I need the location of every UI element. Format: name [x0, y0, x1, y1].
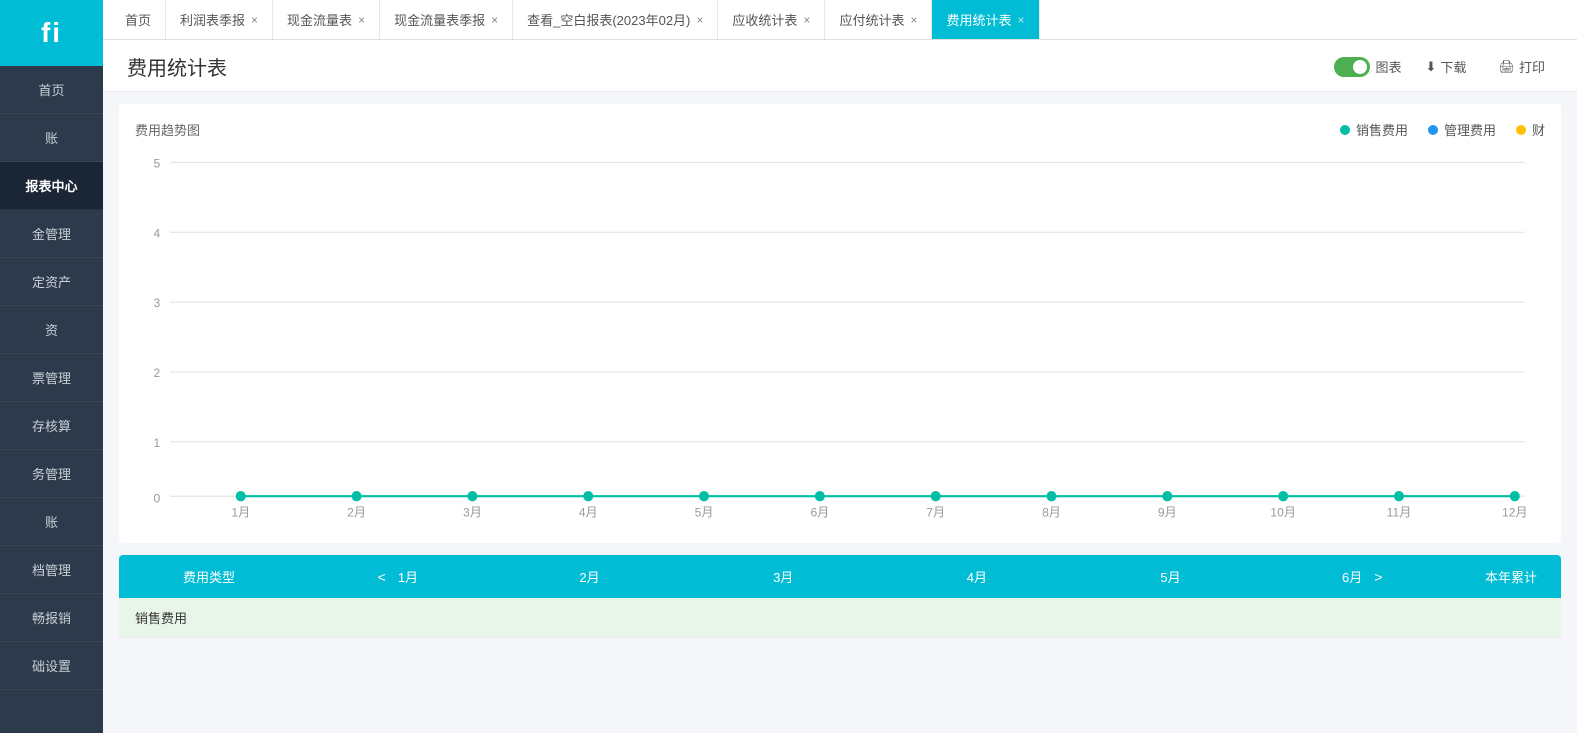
- download-label: 下载: [1440, 57, 1466, 76]
- table-header-month3: 3月: [686, 555, 880, 598]
- download-button[interactable]: ⬇ 下载: [1418, 53, 1475, 80]
- tab-receivable[interactable]: 应收统计表 ×: [718, 0, 825, 40]
- table-header-month4: 4月: [880, 555, 1074, 598]
- print-label: 打印: [1519, 57, 1545, 76]
- table-header-month1: < 1月: [299, 555, 493, 598]
- print-icon: 🖨: [1498, 59, 1515, 75]
- legend-label-finance: 财: [1532, 120, 1545, 139]
- sidebar-item-home[interactable]: 首页: [0, 66, 103, 114]
- legend-dot-admin: [1428, 125, 1438, 135]
- chart-toggle-wrap: 图表: [1334, 57, 1402, 77]
- tab-close-profit-quarter[interactable]: ×: [251, 13, 258, 27]
- print-button[interactable]: 🖨 打印: [1490, 53, 1553, 80]
- table-cell-sales-m1: [299, 598, 493, 637]
- tab-close-receivable[interactable]: ×: [803, 13, 810, 27]
- svg-text:5: 5: [153, 156, 160, 170]
- tab-bar: 首页 利润表季报 × 现金流量表 × 现金流量表季报 × 查看_空白报表(202…: [103, 0, 1577, 40]
- legend-item-sales: 销售费用: [1340, 120, 1408, 139]
- svg-text:4月: 4月: [579, 506, 598, 520]
- svg-text:5月: 5月: [695, 506, 714, 520]
- table-cell-sales-total: [1461, 598, 1561, 637]
- tab-close-cashflow-quarter[interactable]: ×: [491, 13, 498, 27]
- sidebar-item-assets[interactable]: 定资产: [0, 258, 103, 306]
- tab-close-blank-report[interactable]: ×: [696, 13, 703, 27]
- sidebar-item-cash[interactable]: 金管理: [0, 210, 103, 258]
- table-header: 费用类型 < 1月 2月 3月 4月 5月 6月 > 本年累计: [119, 555, 1561, 598]
- table-cell-sales-m4: [880, 598, 1074, 637]
- table-prev-arrow[interactable]: <: [374, 569, 390, 585]
- table-next-arrow[interactable]: >: [1370, 569, 1386, 585]
- tab-profit-quarter[interactable]: 利润表季报 ×: [166, 0, 273, 40]
- sidebar-item-inventory[interactable]: 存核算: [0, 402, 103, 450]
- svg-text:2月: 2月: [347, 506, 366, 520]
- chart-legend: 销售费用 管理费用 财: [1340, 120, 1545, 139]
- chart-svg: 5 4 3 2 1 0: [135, 147, 1545, 527]
- table-cell-sales-m5: [1074, 598, 1268, 637]
- tab-close-payable[interactable]: ×: [910, 13, 917, 27]
- legend-dot-sales: [1340, 125, 1350, 135]
- sidebar-item-ledger[interactable]: 账: [0, 114, 103, 162]
- svg-text:1月: 1月: [231, 506, 250, 520]
- table-header-month5: 5月: [1074, 555, 1268, 598]
- svg-text:6月: 6月: [810, 506, 829, 520]
- expense-table: 费用类型 < 1月 2月 3月 4月 5月 6月 > 本年累计: [119, 555, 1561, 638]
- sidebar-item-archive[interactable]: 档管理: [0, 546, 103, 594]
- page-title: 费用统计表: [127, 52, 227, 81]
- table-cell-type-sales: 销售费用: [119, 598, 299, 637]
- chart-title: 费用趋势图: [135, 120, 200, 139]
- chart-area: 5 4 3 2 1 0: [135, 147, 1545, 527]
- chart-container: 费用趋势图 销售费用 管理费用 财: [119, 104, 1561, 543]
- tab-close-expense[interactable]: ×: [1017, 13, 1024, 27]
- sidebar-item-settings[interactable]: 础设置: [0, 642, 103, 690]
- tab-cashflow-quarter[interactable]: 现金流量表季报 ×: [380, 0, 513, 40]
- table-cell-sales-m3: [686, 598, 880, 637]
- svg-text:11月: 11月: [1387, 506, 1412, 520]
- legend-label-admin: 管理费用: [1444, 120, 1496, 139]
- sidebar-item-capital[interactable]: 资: [0, 306, 103, 354]
- table-header-month2: 2月: [493, 555, 687, 598]
- legend-item-finance: 财: [1516, 120, 1545, 139]
- svg-text:10月: 10月: [1270, 506, 1295, 520]
- page-header: 费用统计表 图表 ⬇ 下载 🖨 打印: [103, 40, 1577, 92]
- svg-text:7月: 7月: [926, 506, 945, 520]
- svg-text:9月: 9月: [1158, 506, 1177, 520]
- svg-text:0: 0: [153, 491, 160, 505]
- sidebar-item-accounts[interactable]: 账: [0, 498, 103, 546]
- table-cell-sales-m6: [1267, 598, 1461, 637]
- table-header-month6: 6月 >: [1267, 555, 1461, 598]
- sidebar-logo: fi: [0, 0, 103, 66]
- sidebar-item-reports[interactable]: 报表中心: [0, 162, 103, 210]
- legend-item-admin: 管理费用: [1428, 120, 1496, 139]
- toggle-label: 图表: [1376, 57, 1402, 76]
- tab-expense[interactable]: 费用统计表 ×: [932, 0, 1039, 40]
- tab-home[interactable]: 首页: [111, 0, 166, 40]
- svg-text:1: 1: [153, 436, 160, 450]
- chart-header: 费用趋势图 销售费用 管理费用 财: [135, 120, 1545, 139]
- tab-payable[interactable]: 应付统计表 ×: [825, 0, 932, 40]
- svg-text:8月: 8月: [1042, 506, 1061, 520]
- svg-text:3: 3: [153, 296, 160, 310]
- sidebar-item-business[interactable]: 务管理: [0, 450, 103, 498]
- sidebar-item-tickets[interactable]: 票管理: [0, 354, 103, 402]
- tab-blank-report[interactable]: 查看_空白报表(2023年02月) ×: [513, 0, 718, 40]
- main-content: 首页 利润表季报 × 现金流量表 × 现金流量表季报 × 查看_空白报表(202…: [103, 0, 1577, 733]
- tab-cashflow[interactable]: 现金流量表 ×: [273, 0, 380, 40]
- tab-close-cashflow[interactable]: ×: [358, 13, 365, 27]
- download-icon: ⬇: [1426, 59, 1437, 75]
- svg-text:3月: 3月: [463, 506, 482, 520]
- svg-text:2: 2: [153, 366, 160, 380]
- table-row-sales: 销售费用: [119, 598, 1561, 638]
- sidebar: fi 首页 账 报表中心 金管理 定资产 资 票管理 存核算 务管理 账 档管理…: [0, 0, 103, 733]
- table-cell-sales-m2: [493, 598, 687, 637]
- header-actions: 图表 ⬇ 下载 🖨 打印: [1334, 53, 1553, 80]
- legend-label-sales: 销售费用: [1356, 120, 1408, 139]
- chart-toggle[interactable]: [1334, 57, 1370, 77]
- svg-text:12月: 12月: [1502, 506, 1527, 520]
- table-header-total: 本年累计: [1461, 555, 1561, 598]
- sidebar-item-reimbursement[interactable]: 畅报销: [0, 594, 103, 642]
- legend-dot-finance: [1516, 125, 1526, 135]
- table-header-type: 费用类型: [119, 555, 299, 598]
- svg-text:4: 4: [153, 226, 160, 240]
